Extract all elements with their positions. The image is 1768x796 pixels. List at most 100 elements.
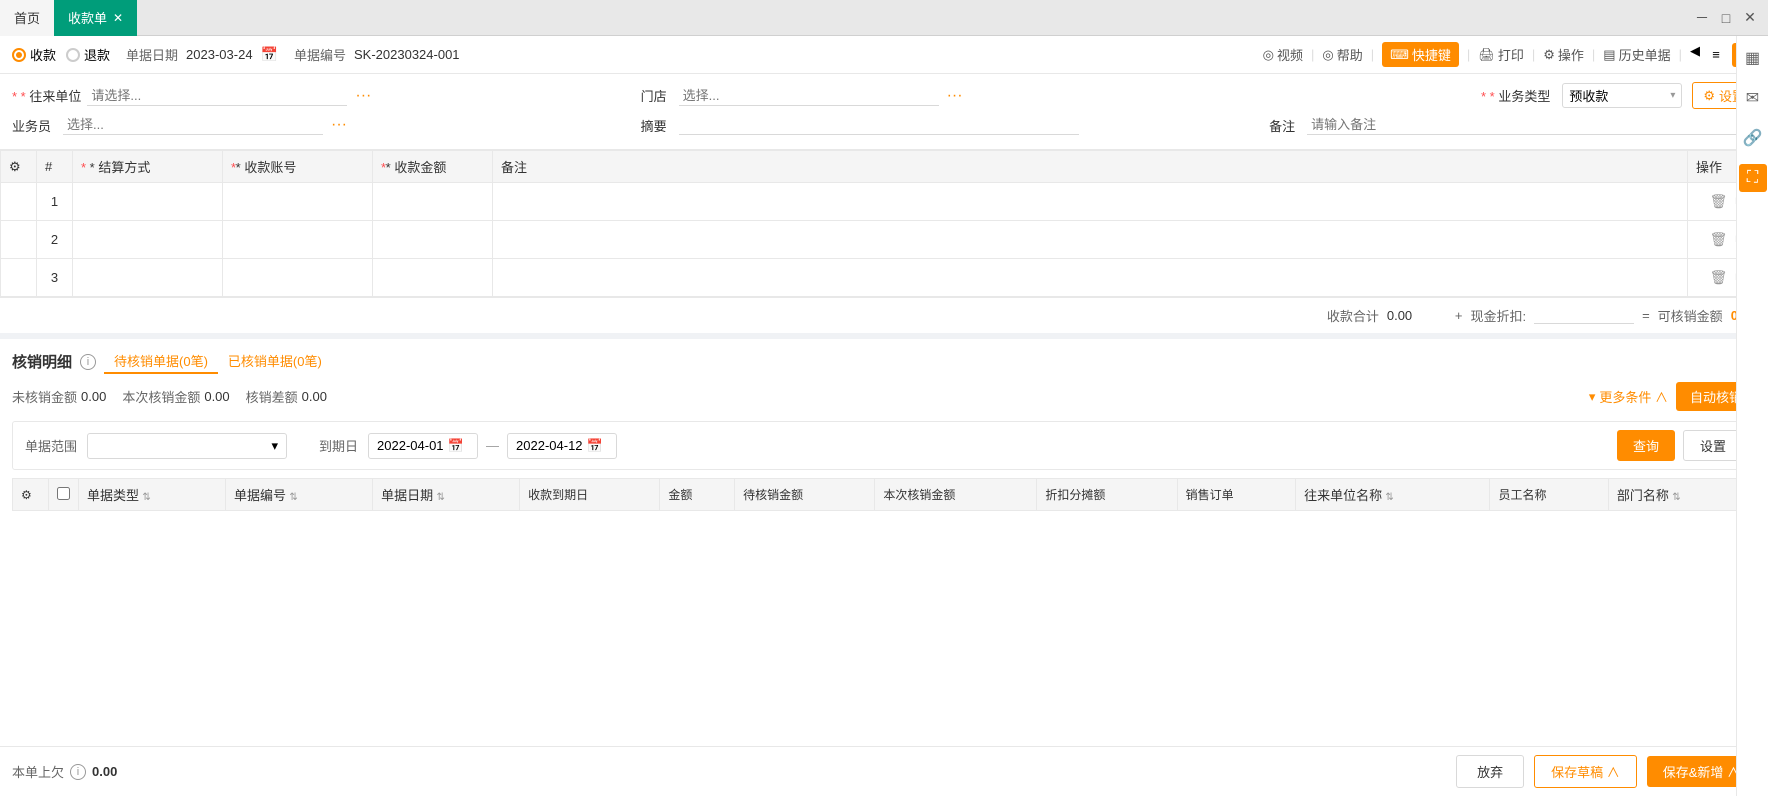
- chevron-down-icon: ▾: [1670, 90, 1675, 101]
- counterpart-more-icon[interactable]: ···: [347, 87, 379, 105]
- sidebar-expand-icon[interactable]: ⛶: [1739, 164, 1767, 192]
- tab-home[interactable]: 首页: [0, 0, 54, 36]
- layout-prev-icon[interactable]: ◀: [1690, 43, 1700, 67]
- discard-button[interactable]: 放弃: [1456, 755, 1524, 788]
- top-toolbar: 收款 退款 单据日期 2023-03-24 📅 单据编号 SK-20230324…: [0, 36, 1768, 74]
- date-value[interactable]: 2023-03-24: [186, 47, 253, 62]
- tab-pending[interactable]: 待核销单据(0笔): [104, 349, 218, 374]
- row2-account[interactable]: [223, 221, 373, 259]
- number-value[interactable]: SK-20230324-001: [354, 47, 460, 62]
- date-to-value: 2022-04-12: [516, 438, 583, 453]
- writeoff-table-header: ⚙ 单据类型 ⇅ 单据编号 ⇅ 单据日期 ⇅ 收款到期日 金额 待核销金额 本次…: [13, 479, 1756, 511]
- row3-amount[interactable]: [373, 259, 493, 297]
- row2-settle[interactable]: [73, 221, 223, 259]
- store-more-icon[interactable]: ···: [939, 87, 971, 105]
- row1-amount[interactable]: [373, 183, 493, 221]
- bt-col-check[interactable]: [49, 479, 79, 511]
- row1-account[interactable]: [223, 183, 373, 221]
- business-type-select[interactable]: 预收款 ▾: [1562, 83, 1682, 108]
- business-type-label: * 业务类型: [1481, 86, 1556, 105]
- row3-account[interactable]: [223, 259, 373, 297]
- radio-refund[interactable]: 退款: [66, 45, 110, 64]
- remark-input[interactable]: [1307, 115, 1756, 135]
- store-field: 门店 ···: [621, 86, 1250, 106]
- row3-delete-icon[interactable]: 🗑: [1710, 269, 1728, 286]
- sidebar-attachment-icon[interactable]: 🔗: [1739, 124, 1767, 152]
- sep1: |: [1311, 47, 1314, 62]
- select-all-checkbox[interactable]: [57, 487, 70, 500]
- range-label: 单据范围: [25, 436, 77, 455]
- col-header-num: #: [37, 151, 73, 183]
- save-draft-button[interactable]: 保存草稿 ∧: [1534, 755, 1637, 788]
- row3-settle[interactable]: [73, 259, 223, 297]
- window-controls: － □ ✕: [1694, 10, 1768, 26]
- bt-col-employee: 员工名称: [1490, 479, 1608, 511]
- more-conditions-label: 更多条件 ∧: [1599, 387, 1668, 406]
- help-label: 帮助: [1337, 45, 1363, 64]
- employee-label: 业务员: [12, 116, 57, 135]
- info-icon[interactable]: i: [80, 354, 96, 370]
- summary-input[interactable]: [679, 115, 1079, 135]
- date-icon[interactable]: 📅: [261, 46, 278, 63]
- col-header-gear[interactable]: ⚙: [1, 151, 37, 183]
- query-button[interactable]: 查询: [1617, 430, 1675, 461]
- action-video[interactable]: ◎ 视频: [1263, 45, 1303, 64]
- writeoff-stats: 未核销金额 0.00 本次核销金额 0.00 核销差额 0.00 ▾ 更多条件 …: [12, 382, 1756, 411]
- store-input[interactable]: [679, 86, 939, 106]
- date-to-input[interactable]: 2022-04-12 📅: [507, 433, 617, 459]
- balance-info-icon[interactable]: i: [70, 764, 86, 780]
- store-label: 门店: [641, 86, 673, 105]
- bt-col-gear[interactable]: ⚙: [13, 479, 49, 511]
- calendar-from-icon: 📅: [448, 438, 464, 454]
- tab-close-icon[interactable]: ✕: [113, 11, 123, 25]
- bt-col-number: 单据编号 ⇅: [226, 479, 373, 511]
- row2-delete-icon[interactable]: 🗑: [1710, 231, 1728, 248]
- row1-delete-icon[interactable]: 🗑: [1710, 193, 1728, 210]
- layout-list-btn[interactable]: ≡: [1704, 43, 1728, 67]
- video-label: 视频: [1277, 45, 1303, 64]
- employee-more-icon[interactable]: ···: [323, 116, 355, 134]
- maximize-button[interactable]: □: [1718, 10, 1734, 26]
- employee-input[interactable]: [63, 115, 323, 135]
- date-from-input[interactable]: 2022-04-01 📅: [368, 433, 478, 459]
- radio-receipt[interactable]: 收款: [12, 45, 56, 64]
- row1-remark[interactable]: [493, 183, 1688, 221]
- row3-remark[interactable]: [493, 259, 1688, 297]
- stat-diff: 核销差额 0.00: [246, 387, 327, 406]
- row2-num: 2: [37, 221, 73, 259]
- date-filter-label: 到期日: [319, 436, 358, 455]
- minimize-button[interactable]: －: [1694, 10, 1710, 26]
- action-history[interactable]: ▤ 历史单据: [1603, 45, 1670, 64]
- bt-col-date: 单据日期 ⇅: [373, 479, 520, 511]
- calendar-to-icon: 📅: [587, 438, 603, 454]
- table-header-row: ⚙ # * * 结算方式 * * 收款账号 * * 收款金额 备注: [1, 151, 1768, 183]
- save-draft-label: 保存草稿 ∧: [1551, 762, 1620, 781]
- action-shortcut[interactable]: ⌨ 快捷键: [1382, 42, 1459, 67]
- action-help[interactable]: ◎ 帮助: [1322, 45, 1362, 64]
- row1-settle[interactable]: [73, 183, 223, 221]
- close-button[interactable]: ✕: [1742, 10, 1758, 26]
- more-conditions-btn[interactable]: ▾ 更多条件 ∧: [1589, 387, 1668, 406]
- filter-setting-button[interactable]: 设置: [1683, 430, 1743, 461]
- tab-bar: 首页 收款单 ✕ － □ ✕: [0, 0, 1768, 36]
- col-header-settle: * * 结算方式: [73, 151, 223, 183]
- type-radio-group: 收款 退款: [12, 45, 110, 64]
- employee-field: 业务员 ···: [12, 115, 621, 135]
- sidebar-table-icon[interactable]: ▦: [1739, 44, 1767, 72]
- shortcut-label: 快捷键: [1412, 45, 1451, 64]
- print-label: 打印: [1498, 45, 1524, 64]
- row2-remark[interactable]: [493, 221, 1688, 259]
- tab-receipt[interactable]: 收款单 ✕: [54, 0, 137, 36]
- tab-done[interactable]: 已核销单据(0笔): [218, 349, 332, 374]
- row2-amount[interactable]: [373, 221, 493, 259]
- sidebar-email-icon[interactable]: ✉: [1739, 84, 1767, 112]
- action-print[interactable]: 🖨 打印: [1478, 45, 1524, 64]
- radio-refund-label: 退款: [84, 45, 110, 64]
- range-select[interactable]: ▾: [87, 433, 287, 459]
- action-operations[interactable]: ⚙ 操作: [1543, 45, 1584, 64]
- discount-input[interactable]: [1534, 308, 1634, 324]
- counterpart-input[interactable]: [87, 86, 347, 106]
- sep4: |: [1532, 47, 1535, 62]
- filter-buttons: 查询 设置: [1617, 430, 1743, 461]
- table-row: 3 🗑 ⧉: [1, 259, 1768, 297]
